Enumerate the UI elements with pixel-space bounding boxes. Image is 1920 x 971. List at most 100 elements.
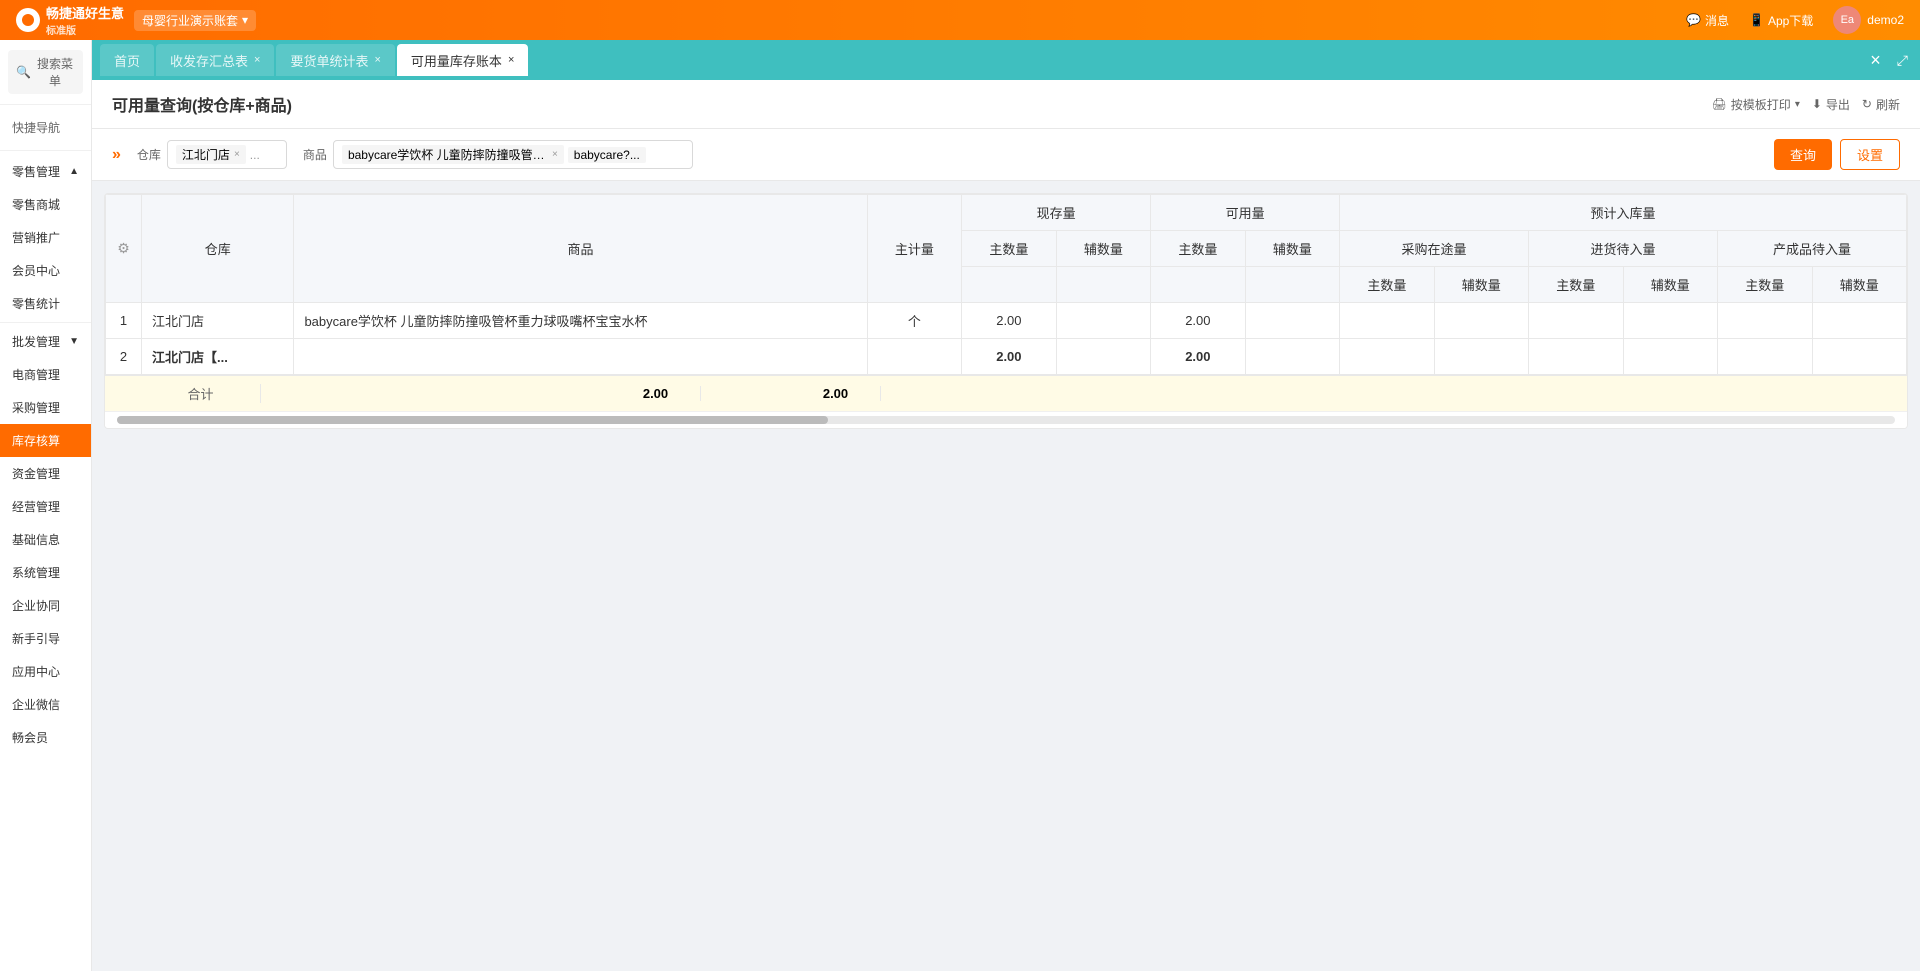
print-label: 按模板打印 bbox=[1731, 96, 1791, 113]
th-skip2 bbox=[1056, 267, 1150, 303]
page-actions: 🖨 按模板打印 ▾ ⬇ 导出 ↻ 刷新 bbox=[1712, 96, 1900, 113]
sidebar-item-ecommerce[interactable]: 电商管理 bbox=[0, 358, 91, 391]
row1-fin-aux bbox=[1812, 303, 1907, 339]
expand-button[interactable]: ⤢ bbox=[1893, 52, 1912, 69]
app-download-label: App下载 bbox=[1768, 12, 1813, 29]
sidebar-item-guide[interactable]: 新手引导 bbox=[0, 622, 91, 655]
sidebar-item-app-center[interactable]: 应用中心 bbox=[0, 655, 91, 688]
tab-home-label: 首页 bbox=[114, 51, 140, 70]
horizontal-scrollbar[interactable] bbox=[105, 411, 1907, 428]
sidebar-item-purchase[interactable]: 采购管理 bbox=[0, 391, 91, 424]
chevron-down-icon: ▾ bbox=[242, 13, 248, 27]
table-row: 1 江北门店 babycare学饮杯 儿童防摔防撞吸管杯重力球吸嘴杯宝宝水杯 个… bbox=[106, 303, 1907, 339]
tab-available-stock-close[interactable]: × bbox=[508, 54, 514, 66]
filter-toggle-button[interactable]: » bbox=[112, 146, 121, 164]
table-header-available: 可用量 bbox=[1151, 195, 1340, 231]
row1-current-main: 2.00 bbox=[962, 303, 1056, 339]
sidebar-item-retail-mall[interactable]: 零售商城 bbox=[0, 188, 91, 221]
warehouse-tag-value: 江北门店 bbox=[182, 146, 230, 163]
settings-button[interactable]: 设置 bbox=[1840, 139, 1900, 170]
tab-order-stats-close[interactable]: × bbox=[374, 54, 380, 66]
sidebar-item-system[interactable]: 系统管理 bbox=[0, 556, 91, 589]
search-menu-button[interactable]: 🔍 搜索菜单 bbox=[8, 50, 83, 94]
sidebar-item-wholesale[interactable]: 批发管理 ▼ bbox=[0, 325, 91, 358]
warehouse-filter-label: 仓库 bbox=[137, 146, 161, 163]
row1-inc-main bbox=[1529, 303, 1623, 339]
tab-available-stock[interactable]: 可用量库存账本 × bbox=[397, 44, 528, 76]
scrollbar-thumb[interactable] bbox=[117, 416, 828, 424]
sidebar-item-finance[interactable]: 资金管理 bbox=[0, 457, 91, 490]
table-header-pur-main: 主数量 bbox=[1340, 267, 1434, 303]
app-subtitle: 标准版 bbox=[46, 22, 124, 37]
quick-nav-label: 快捷导航 bbox=[12, 121, 60, 135]
table-header-gear[interactable]: ⚙ bbox=[106, 195, 142, 303]
close-all-tabs-button[interactable]: × bbox=[1866, 50, 1885, 71]
industry-selector[interactable]: 母婴行业演示账套 ▾ bbox=[134, 10, 256, 31]
product-tag-1-close[interactable]: × bbox=[552, 149, 558, 160]
footer-label: 合计 bbox=[141, 384, 261, 403]
sidebar-item-inventory[interactable]: 库存核算 bbox=[0, 424, 91, 457]
tab-bar-actions: × ⤢ bbox=[1866, 50, 1912, 71]
filter-bar: » 仓库 江北门店 × ... 商品 babycare学饮杯 儿童防摔防撞吸管杯… bbox=[92, 129, 1920, 181]
th-skip4 bbox=[1245, 267, 1339, 303]
top-bar-right: 💬 消息 📱 App下载 Ea demo2 bbox=[1686, 6, 1904, 34]
product-filter-label: 商品 bbox=[303, 146, 327, 163]
table-header-current-main: 主数量 bbox=[962, 231, 1056, 267]
warehouse-input[interactable]: 江北门店 × ... bbox=[167, 140, 287, 169]
tab-receivable-close[interactable]: × bbox=[254, 54, 260, 66]
search-menu-label: 搜索菜单 bbox=[35, 55, 75, 89]
refresh-label: 刷新 bbox=[1876, 96, 1900, 113]
sidebar-item-retail-stats[interactable]: 零售统计 bbox=[0, 287, 91, 320]
warehouse-tag-close[interactable]: × bbox=[234, 149, 240, 160]
row1-pur-aux bbox=[1434, 303, 1528, 339]
row1-avail-main: 2.00 bbox=[1151, 303, 1245, 339]
query-button[interactable]: 查询 bbox=[1774, 139, 1832, 170]
sidebar-item-member[interactable]: 会员中心 bbox=[0, 254, 91, 287]
message-icon: 💬 bbox=[1686, 13, 1701, 27]
sidebar-item-operations[interactable]: 经营管理 bbox=[0, 490, 91, 523]
row1-unit: 个 bbox=[867, 303, 961, 339]
row2-inc-main bbox=[1529, 339, 1623, 375]
logo-icon bbox=[16, 8, 40, 32]
table-header-current-stock: 现存量 bbox=[962, 195, 1151, 231]
row2-avail-main: 2.00 bbox=[1151, 339, 1245, 375]
main-content: 可用量查询(按仓库+商品) 🖨 按模板打印 ▾ ⬇ 导出 ↻ 刷新 » 仓库 江 bbox=[92, 80, 1920, 971]
sidebar-item-enterprise[interactable]: 企业协同 bbox=[0, 589, 91, 622]
table-footer: 合计 2.00 2.00 bbox=[105, 375, 1907, 411]
tab-receivable[interactable]: 收发存汇总表 × bbox=[156, 44, 274, 76]
product-tag-1: babycare学饮杯 儿童防摔防撞吸管杯重力球吸嘴杯宝宝水杯 × bbox=[342, 145, 564, 164]
product-tag-1-value: babycare学饮杯 儿童防摔防撞吸管杯重力球吸嘴杯宝宝水杯 bbox=[348, 146, 548, 163]
row2-pur-main bbox=[1340, 339, 1434, 375]
product-input[interactable]: babycare学饮杯 儿童防摔防撞吸管杯重力球吸嘴杯宝宝水杯 × babyca… bbox=[333, 140, 693, 169]
th-skip3 bbox=[1151, 267, 1245, 303]
row1-fin-main bbox=[1718, 303, 1812, 339]
tab-home[interactable]: 首页 bbox=[100, 44, 154, 76]
th-skip1 bbox=[962, 267, 1056, 303]
row2-current-aux bbox=[1056, 339, 1150, 375]
row2-pur-aux bbox=[1434, 339, 1528, 375]
product-tag-2: babycare?... bbox=[568, 147, 646, 163]
app-download-button[interactable]: 📱 App下载 bbox=[1749, 12, 1813, 29]
print-button[interactable]: 🖨 按模板打印 ▾ bbox=[1712, 96, 1800, 113]
product-filter: 商品 babycare学饮杯 儿童防摔防撞吸管杯重力球吸嘴杯宝宝水杯 × bab… bbox=[303, 140, 693, 169]
row2-fin-main bbox=[1718, 339, 1812, 375]
export-label: 导出 bbox=[1826, 96, 1850, 113]
table-header-finished-pending: 产成品待入量 bbox=[1718, 231, 1907, 267]
sidebar-item-quick-nav[interactable]: 快捷导航 bbox=[0, 113, 91, 142]
sidebar-item-marketing[interactable]: 营销推广 bbox=[0, 221, 91, 254]
message-button[interactable]: 💬 消息 bbox=[1686, 12, 1729, 29]
refresh-button[interactable]: ↻ 刷新 bbox=[1862, 96, 1900, 113]
row2-fin-aux bbox=[1812, 339, 1907, 375]
table-header-row-1: ⚙ 仓库 商品 主计量 现存量 可用量 预计入库量 bbox=[106, 195, 1907, 231]
user-menu[interactable]: Ea demo2 bbox=[1833, 6, 1904, 34]
row2-inc-aux bbox=[1623, 339, 1717, 375]
warehouse-more[interactable]: ... bbox=[250, 148, 260, 162]
table-row: 2 江北门店【... 2.00 2.00 bbox=[106, 339, 1907, 375]
sidebar-item-vip[interactable]: 畅会员 bbox=[0, 721, 91, 754]
export-button[interactable]: ⬇ 导出 bbox=[1812, 96, 1850, 113]
sidebar-item-wechat[interactable]: 企业微信 bbox=[0, 688, 91, 721]
table-header-pur-aux: 辅数量 bbox=[1434, 267, 1528, 303]
sidebar-item-retail[interactable]: 零售管理 ▲ bbox=[0, 155, 91, 188]
sidebar-item-basic[interactable]: 基础信息 bbox=[0, 523, 91, 556]
tab-order-stats[interactable]: 要货单统计表 × bbox=[276, 44, 394, 76]
